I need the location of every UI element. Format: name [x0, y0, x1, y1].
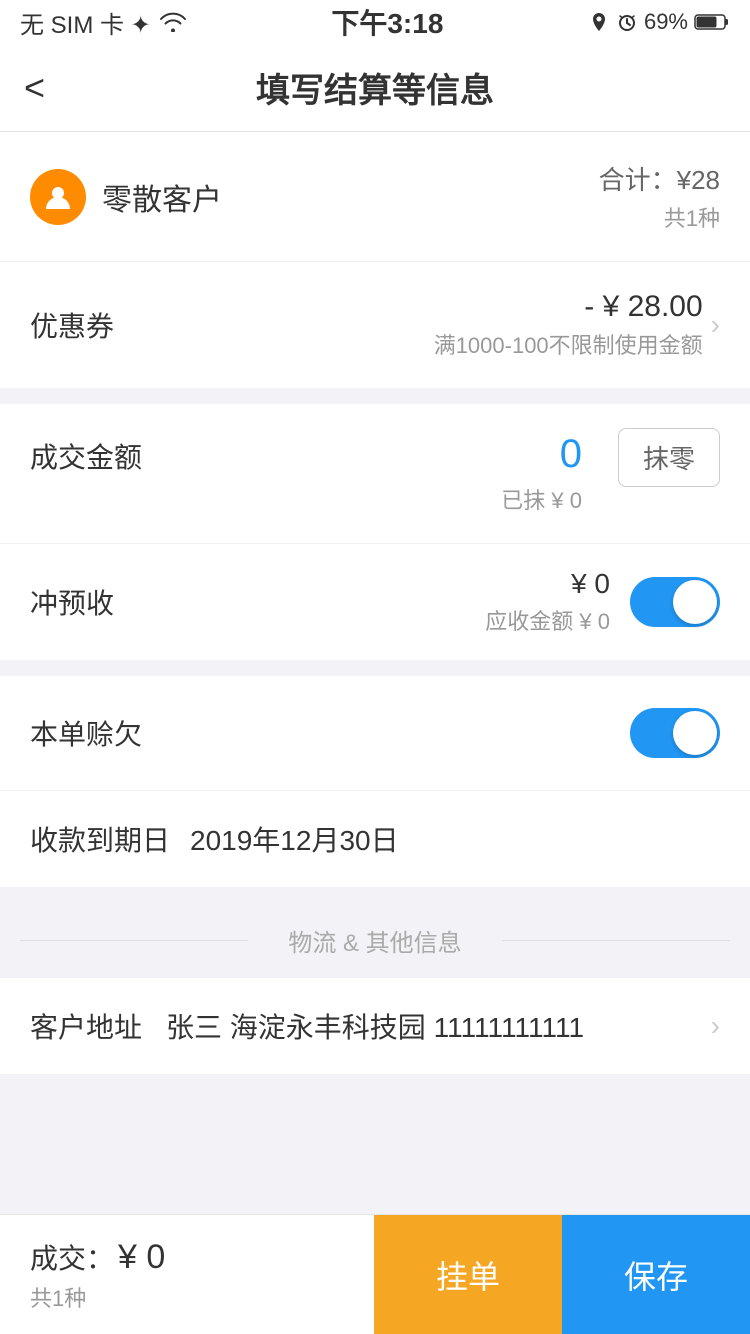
pre-receive-label: 冲预收	[30, 582, 114, 622]
customer-left: 零散客户	[30, 169, 222, 225]
deal-amount-row: 成交金额 0 已抹 ¥ 0 抹零	[0, 404, 750, 543]
nav-bar: < 填写结算等信息	[0, 44, 750, 132]
coupon-row[interactable]: 优惠券 - ¥ 28.00 满1000-100不限制使用金额 ›	[0, 261, 750, 388]
toggle-knob	[673, 580, 717, 624]
logistics-divider: 物流 & 其他信息	[0, 923, 750, 958]
deal-amount-label: 成交金额	[30, 432, 142, 476]
deal-amount-section: 成交金额 0 已抹 ¥ 0 抹零 冲预收 ¥ 0 应收金额 ¥ 0	[0, 404, 750, 660]
bottom-deal-label: 成交：	[30, 1237, 114, 1277]
logistics-label: 物流 & 其他信息	[288, 923, 461, 958]
round-zero-button[interactable]: 抹零	[618, 428, 720, 487]
due-date-value: 2019年12月30日	[190, 819, 399, 859]
bottom-count: 共1种	[30, 1281, 344, 1313]
due-date-label: 收款到期日	[30, 819, 170, 859]
alarm-icon	[616, 11, 638, 33]
save-button[interactable]: 保存	[562, 1215, 750, 1334]
pre-receive-row: 冲预收 ¥ 0 应收金额 ¥ 0	[0, 543, 750, 660]
battery-percent: 69%	[644, 9, 688, 35]
status-bar: 无 SIM 卡 ✦ 下午3:18 69%	[0, 0, 750, 44]
bottom-left: 成交： ¥ 0 共1种	[0, 1237, 374, 1313]
coupon-right: - ¥ 28.00 满1000-100不限制使用金额 ›	[434, 290, 720, 360]
status-right: 69%	[588, 9, 730, 35]
address-label: 客户地址	[30, 1006, 142, 1046]
pre-receive-right: ¥ 0 应收金额 ¥ 0	[485, 568, 720, 636]
address-chevron-icon: ›	[711, 1010, 720, 1042]
pre-receive-sub: 应收金额 ¥ 0	[485, 604, 610, 636]
hang-order-button[interactable]: 挂单	[374, 1215, 562, 1334]
credit-label: 本单赊欠	[30, 713, 142, 753]
customer-avatar	[30, 169, 86, 225]
location-icon	[588, 11, 610, 33]
coupon-label: 优惠券	[30, 305, 114, 345]
coupon-amount: - ¥ 28.00	[434, 290, 703, 324]
status-left: 无 SIM 卡 ✦	[20, 5, 187, 40]
content: 零散客户 合计：¥28 共1种 优惠券 - ¥ 28.00 满1000-100不…	[0, 132, 750, 1220]
bottom-deal-amount: ¥ 0	[118, 1238, 165, 1277]
customer-right: 合计：¥28 共1种	[599, 160, 720, 233]
customer-count: 共1种	[599, 201, 720, 233]
sim-label: 无 SIM 卡 ✦	[20, 5, 151, 40]
address-value: 张三 海淀永丰科技园 11111111111	[166, 1006, 711, 1046]
pre-receive-toggle[interactable]	[630, 577, 720, 627]
deal-amount-value: 0	[501, 432, 582, 477]
customer-total: 合计：¥28	[599, 160, 720, 197]
coupon-desc: 满1000-100不限制使用金额	[434, 328, 703, 360]
address-row[interactable]: 客户地址 张三 海淀永丰科技园 11111111111 ›	[0, 978, 750, 1074]
deal-amount-values: 0 已抹 ¥ 0	[501, 432, 582, 515]
address-section: 客户地址 张三 海淀永丰科技园 11111111111 ›	[0, 978, 750, 1074]
pre-receive-amount: ¥ 0	[485, 568, 610, 600]
wifi-icon	[159, 12, 187, 32]
logistics-section: 物流 & 其他信息	[0, 903, 750, 978]
credit-toggle[interactable]	[630, 708, 720, 758]
bottom-buttons: 挂单 保存	[374, 1215, 750, 1334]
due-date-row: 收款到期日 2019年12月30日	[0, 790, 750, 887]
page-title: 填写结算等信息	[256, 63, 494, 112]
back-button[interactable]: <	[24, 67, 45, 109]
chevron-right-icon: ›	[711, 309, 720, 341]
deal-amount-sub: 已抹 ¥ 0	[501, 483, 582, 515]
bottom-bar: 成交： ¥ 0 共1种 挂单 保存	[0, 1214, 750, 1334]
credit-toggle-knob	[673, 711, 717, 755]
customer-row: 零散客户 合计：¥28 共1种	[0, 132, 750, 261]
status-time: 下午3:18	[331, 2, 443, 42]
customer-section: 零散客户 合计：¥28 共1种 优惠券 - ¥ 28.00 满1000-100不…	[0, 132, 750, 388]
coupon-value: - ¥ 28.00 满1000-100不限制使用金额	[434, 290, 703, 360]
credit-row: 本单赊欠	[0, 676, 750, 790]
pre-receive-values: ¥ 0 应收金额 ¥ 0	[485, 568, 610, 636]
battery-icon	[694, 13, 730, 31]
customer-name: 零散客户	[102, 175, 222, 219]
credit-section: 本单赊欠 收款到期日 2019年12月30日	[0, 676, 750, 887]
deal-row-right: 0 已抹 ¥ 0 抹零	[501, 432, 720, 515]
